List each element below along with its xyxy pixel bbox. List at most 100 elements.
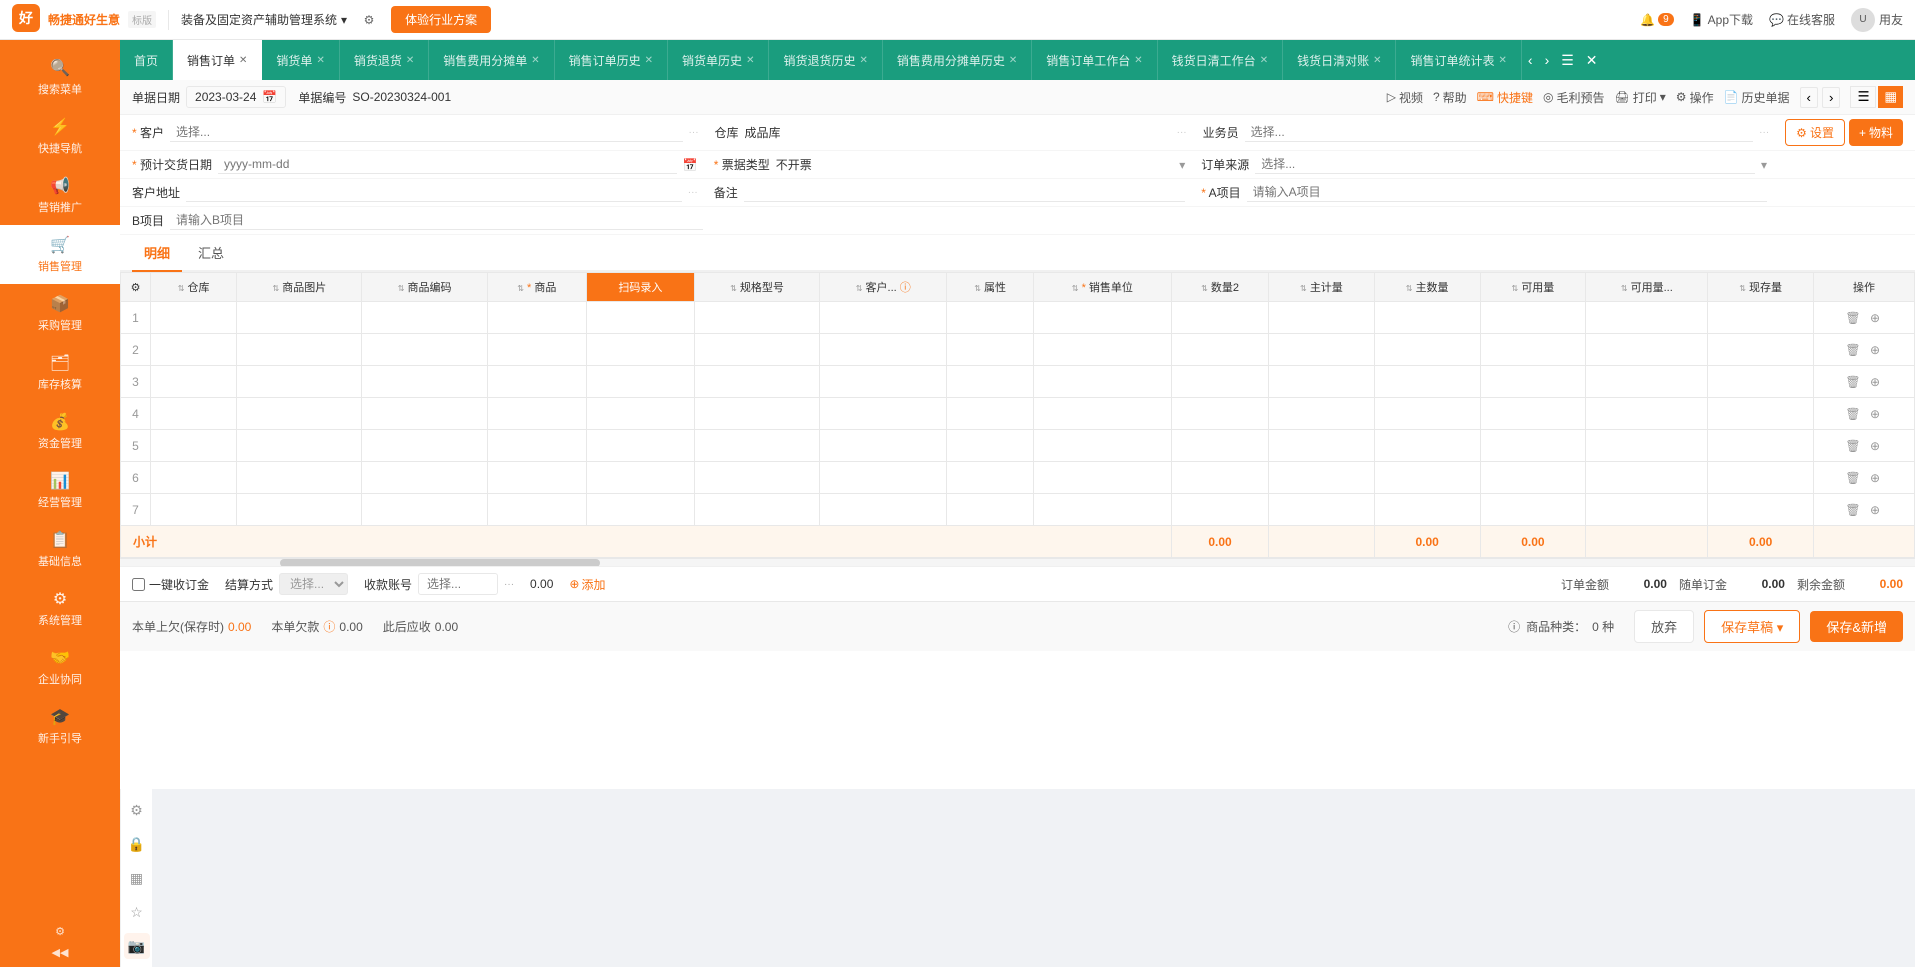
delivery-date-input[interactable] — [218, 155, 677, 174]
sidebar-item-sales[interactable]: 🛒 销售管理 — [0, 225, 120, 284]
row7-available[interactable] — [1480, 494, 1586, 526]
row6-warehouse[interactable] — [151, 462, 237, 494]
row7-scan[interactable] — [586, 494, 694, 526]
row4-unit[interactable] — [1033, 398, 1171, 430]
row4-delete-btn[interactable]: 🗑 — [1844, 405, 1862, 423]
row1-spec[interactable] — [694, 302, 819, 334]
notes-input[interactable] — [744, 183, 1185, 202]
single-date-input[interactable]: 2023-03-24 📅 — [186, 86, 286, 108]
row1-product[interactable] — [487, 302, 586, 334]
row6-product[interactable] — [487, 462, 586, 494]
row7-main-qty[interactable] — [1374, 494, 1480, 526]
sidebar-item-purchase[interactable]: 📦 采购管理 — [0, 284, 120, 343]
row5-stock[interactable] — [1708, 430, 1814, 462]
row4-product[interactable] — [487, 398, 586, 430]
online-service-btn[interactable]: 💬 在线客服 — [1769, 11, 1835, 28]
row7-stock[interactable] — [1708, 494, 1814, 526]
sidebar-item-inventory[interactable]: 🗂 库存核算 — [0, 343, 120, 402]
row7-code[interactable] — [362, 494, 487, 526]
row3-available2[interactable] — [1586, 366, 1708, 398]
row2-main-unit[interactable] — [1269, 334, 1375, 366]
row1-img[interactable] — [237, 302, 362, 334]
row5-available2[interactable] — [1586, 430, 1708, 462]
row1-stock[interactable] — [1708, 302, 1814, 334]
row5-unit[interactable] — [1033, 430, 1171, 462]
row2-stock[interactable] — [1708, 334, 1814, 366]
row3-spec[interactable] — [694, 366, 819, 398]
row4-spec[interactable] — [694, 398, 819, 430]
sidebar-item-finance[interactable]: 💰 资金管理 — [0, 402, 120, 461]
row2-img[interactable] — [237, 334, 362, 366]
sidebar-bottom-settings[interactable]: ⚙ — [55, 925, 65, 938]
tab-sales-return[interactable]: 销货单 ✕ — [262, 40, 339, 80]
tab-cash-reconcile[interactable]: 钱货日清对账 ✕ — [1283, 40, 1396, 80]
tab-workspace-close[interactable]: ✕ — [1134, 55, 1142, 66]
row2-spec[interactable] — [694, 334, 819, 366]
row5-warehouse[interactable] — [151, 430, 237, 462]
tab-sales-fee-split[interactable]: 销售费用分摊单 ✕ — [429, 40, 554, 80]
row5-attr[interactable] — [947, 430, 1033, 462]
row7-copy-btn[interactable]: ⊕ — [1866, 501, 1884, 519]
row3-warehouse[interactable] — [151, 366, 237, 398]
sidebar-item-basic[interactable]: 📋 基础信息 — [0, 520, 120, 579]
customer-address-input[interactable] — [186, 183, 682, 202]
tab-cash-workspace[interactable]: 钱货日清工作台 ✕ — [1158, 40, 1283, 80]
row4-available2[interactable] — [1586, 398, 1708, 430]
row6-delete-btn[interactable]: 🗑 — [1844, 469, 1862, 487]
tab-sales-return-close[interactable]: ✕ — [316, 55, 324, 66]
address-dots[interactable]: ··· — [688, 187, 698, 198]
sidebar-item-search[interactable]: 🔍 搜索菜单 — [0, 48, 120, 107]
row6-attr[interactable] — [947, 462, 1033, 494]
row1-scan[interactable] — [586, 302, 694, 334]
shortcut-btn[interactable]: ⌨ 快捷键 — [1477, 89, 1533, 106]
prev-record-btn[interactable]: ‹ — [1800, 87, 1818, 108]
row7-img[interactable] — [237, 494, 362, 526]
row3-main-unit[interactable] — [1269, 366, 1375, 398]
row1-available2[interactable] — [1586, 302, 1708, 334]
row4-scan[interactable] — [586, 398, 694, 430]
row4-customer-ref[interactable] — [820, 398, 947, 430]
sidebar-bottom-collapse[interactable]: ◀◀ — [52, 946, 69, 959]
tab-close-all[interactable]: ✕ — [1580, 52, 1604, 69]
row5-scan[interactable] — [586, 430, 694, 462]
add-receive-btn[interactable]: ⊕ 添加 — [569, 576, 605, 593]
user-menu[interactable]: U 用友 — [1851, 8, 1903, 32]
row6-code[interactable] — [362, 462, 487, 494]
tab-summary[interactable]: 汇总 — [186, 235, 236, 272]
row4-attr[interactable] — [947, 398, 1033, 430]
rp-star-btn[interactable]: ☆ — [124, 899, 150, 925]
row6-qty2[interactable] — [1171, 462, 1268, 494]
row1-available[interactable] — [1480, 302, 1586, 334]
rp-settings-btn[interactable]: ⚙ — [124, 797, 150, 823]
tab-sales-refund-close[interactable]: ✕ — [406, 55, 414, 66]
tab-nav-prev[interactable]: ‹ — [1522, 52, 1539, 68]
row5-main-unit[interactable] — [1269, 430, 1375, 462]
a-project-input[interactable] — [1247, 183, 1767, 202]
tab-fee-history-close[interactable]: ✕ — [1009, 55, 1017, 66]
row6-main-qty[interactable] — [1374, 462, 1480, 494]
row6-scan[interactable] — [586, 462, 694, 494]
row7-available2[interactable] — [1586, 494, 1708, 526]
row5-code[interactable] — [362, 430, 487, 462]
row2-qty2[interactable] — [1171, 334, 1268, 366]
row5-delete-btn[interactable]: 🗑 — [1844, 437, 1862, 455]
discard-button[interactable]: 放弃 — [1634, 610, 1694, 643]
warehouse-dots[interactable]: ··· — [1177, 127, 1187, 138]
business-dots[interactable]: ··· — [1759, 127, 1769, 138]
order-source-input[interactable] — [1255, 155, 1755, 174]
row2-scan[interactable] — [586, 334, 694, 366]
row3-unit[interactable] — [1033, 366, 1171, 398]
row3-attr[interactable] — [947, 366, 1033, 398]
col-settings-header[interactable]: ⚙ — [121, 273, 151, 302]
row4-main-qty[interactable] — [1374, 398, 1480, 430]
sidebar-item-guide[interactable]: 🎓 新手引导 — [0, 697, 120, 756]
row2-unit[interactable] — [1033, 334, 1171, 366]
settle-method-select[interactable]: 选择... — [279, 573, 348, 595]
tab-nav-menu[interactable]: ☰ — [1555, 52, 1580, 69]
row4-qty2[interactable] — [1171, 398, 1268, 430]
rp-lock-btn[interactable]: 🔒 — [124, 831, 150, 857]
row3-qty2[interactable] — [1171, 366, 1268, 398]
row3-img[interactable] — [237, 366, 362, 398]
tab-sales-stats[interactable]: 销售订单统计表 ✕ — [1396, 40, 1521, 80]
next-record-btn[interactable]: › — [1822, 87, 1840, 108]
